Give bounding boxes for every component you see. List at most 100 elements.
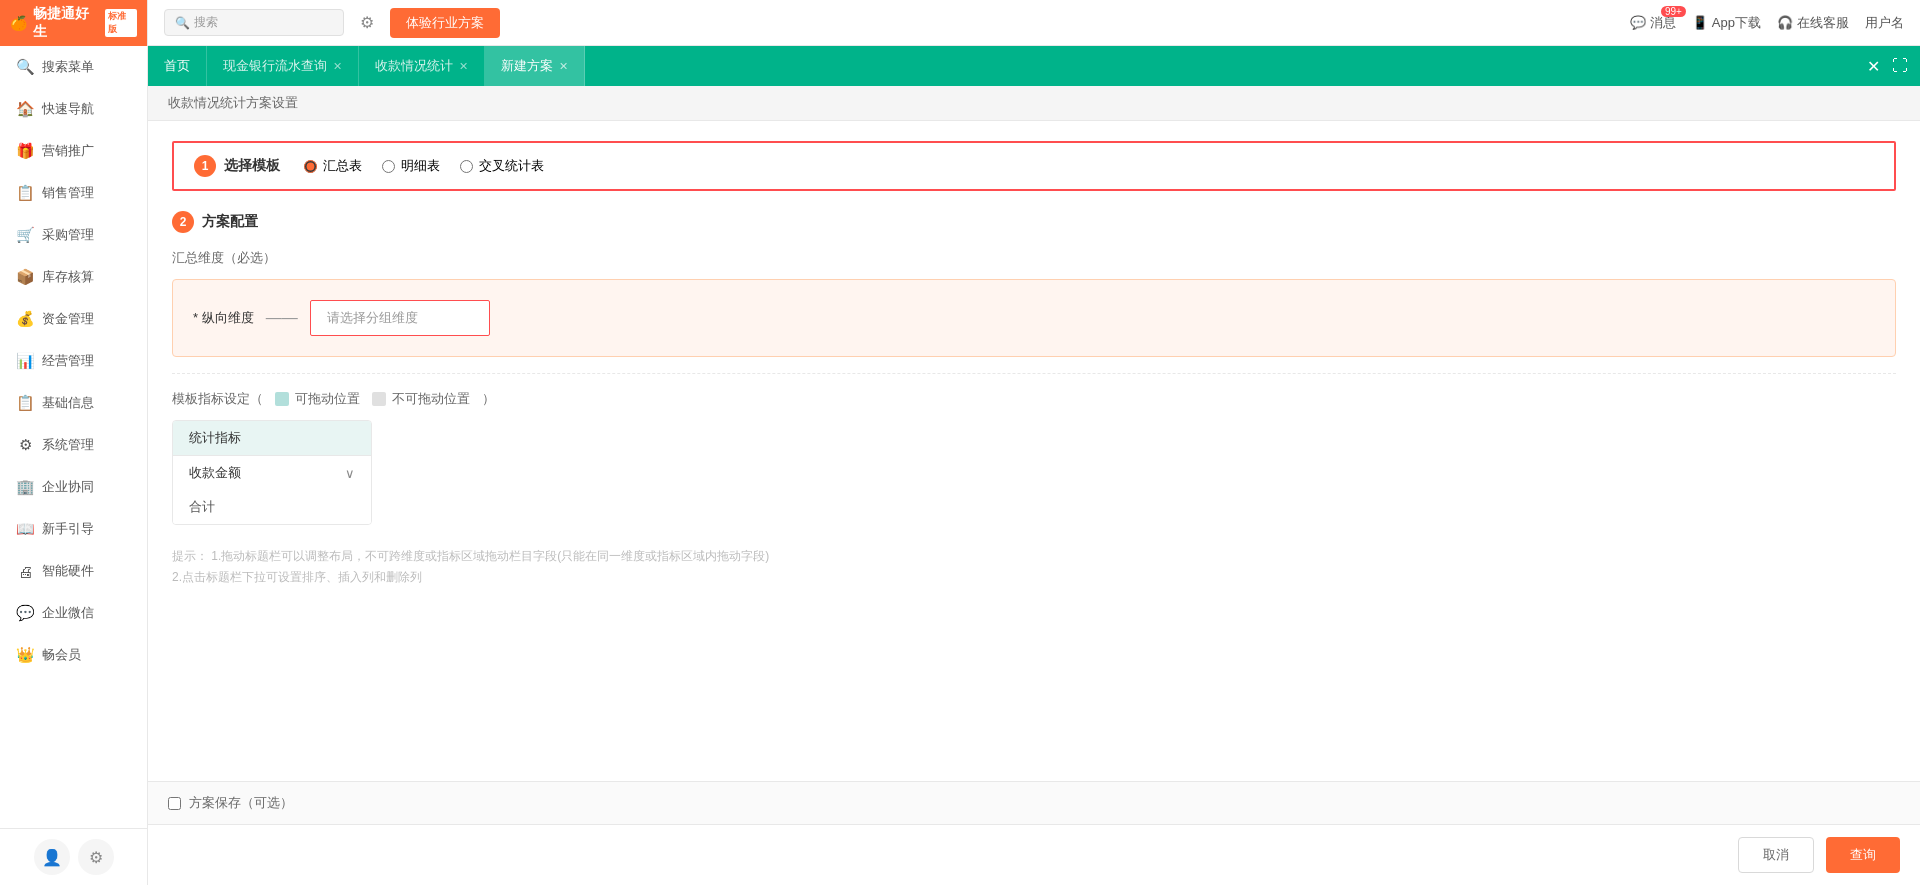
online-service[interactable]: 🎧 在线客服 (1777, 14, 1849, 32)
sidebar-item-quick-nav[interactable]: 🏠 快速导航 (0, 88, 147, 130)
sidebar-item-search-menu[interactable]: 🔍 搜索菜单 (0, 46, 147, 88)
sidebar-item-label: 采购管理 (42, 226, 94, 244)
sidebar-item-label: 销售管理 (42, 184, 94, 202)
tab-receipt-stats-label: 收款情况统计 (375, 57, 453, 75)
sidebar-item-label: 新手引导 (42, 520, 94, 538)
logo-badge: 标准版 (105, 9, 137, 37)
sidebar-item-finance[interactable]: 💰 资金管理 (0, 298, 147, 340)
search-placeholder: 搜索 (194, 14, 218, 31)
message-icon: 💬 (1630, 15, 1646, 30)
dimension-selector[interactable]: 请选择分组维度 (310, 300, 490, 336)
guide-icon: 📖 (16, 520, 34, 538)
template-section: 1 选择模板 汇总表 明细表 交叉统计表 (172, 141, 1896, 191)
dimension-area: * 纵向维度 —— 请选择分组维度 (172, 279, 1896, 357)
indicator-name: 收款金额 (189, 464, 241, 482)
sidebar-item-basic-info[interactable]: 📋 基础信息 (0, 382, 147, 424)
finance-icon: 💰 (16, 310, 34, 328)
sidebar-item-label: 快速导航 (42, 100, 94, 118)
config-section: 2 方案配置 汇总维度（必选） * 纵向维度 —— 请选择分组维度 (172, 211, 1896, 586)
radio-detail-label: 明细表 (401, 157, 440, 175)
sidebar-item-guide[interactable]: 📖 新手引导 (0, 508, 147, 550)
legend-draggable-label: 可拖动位置 (295, 390, 360, 408)
tab-close-icon[interactable]: ✕ (333, 60, 342, 73)
indicator-table: 统计指标 收款金额 ∨ 合计 (172, 420, 372, 525)
radio-cross-input[interactable] (460, 160, 473, 173)
section1-title: 选择模板 (224, 157, 280, 175)
cancel-button[interactable]: 取消 (1738, 837, 1814, 873)
search-icon: 🔍 (175, 16, 190, 30)
dropdown-icon[interactable]: ∨ (345, 466, 355, 481)
trial-button[interactable]: 体验行业方案 (390, 8, 500, 38)
sidebar-item-system[interactable]: ⚙ 系统管理 (0, 424, 147, 466)
sidebar-item-label: 企业协同 (42, 478, 94, 496)
sidebar-item-label: 经营管理 (42, 352, 94, 370)
tab-close-icon[interactable]: ✕ (559, 60, 568, 73)
tip1: 提示： 1.拖动标题栏可以调整布局，不可跨维度或指标区域拖动栏目字段(只能在同一… (172, 548, 1896, 565)
tab-new-plan[interactable]: 新建方案 ✕ (485, 46, 585, 86)
query-button[interactable]: 查询 (1826, 837, 1900, 873)
gear-icon: ⚙ (16, 436, 34, 454)
radio-detail-input[interactable] (382, 160, 395, 173)
message-badge: 99+ (1661, 6, 1686, 17)
chat-icon: 💬 (16, 604, 34, 622)
user-name[interactable]: 用户名 (1865, 14, 1904, 32)
topbar-search[interactable]: 🔍 搜索 (164, 9, 344, 36)
topbar: 🔍 搜索 ⚙ 体验行业方案 💬 消息 99+ 📱 App下载 🎧 在线客服 用户… (148, 0, 1920, 46)
tab-home-label: 首页 (164, 57, 190, 75)
chart-icon: 📊 (16, 352, 34, 370)
tab-new-plan-label: 新建方案 (501, 57, 553, 75)
sidebar-item-wechat[interactable]: 💬 企业微信 (0, 592, 147, 634)
dimension-arrow: —— (266, 309, 298, 327)
sidebar-bottom-btn2[interactable]: ⚙ (78, 839, 114, 875)
dimension-sublabel: 汇总维度（必选） (172, 249, 1896, 267)
sidebar-item-label: 库存核算 (42, 268, 94, 286)
app-download[interactable]: 📱 App下载 (1692, 14, 1761, 32)
crown-icon: 👑 (16, 646, 34, 664)
radio-detail[interactable]: 明细表 (382, 157, 440, 175)
tab-receipt-stats[interactable]: 收款情况统计 ✕ (359, 46, 485, 86)
sidebar-item-enterprise[interactable]: 🏢 企业协同 (0, 466, 147, 508)
tabbar: 首页 现金银行流水查询 ✕ 收款情况统计 ✕ 新建方案 ✕ ✕ ⛶ (148, 46, 1920, 86)
maximize-icon[interactable]: ⛶ (1892, 57, 1908, 75)
message-icon-wrap[interactable]: 💬 消息 99+ (1630, 14, 1676, 32)
sidebar-item-label: 搜索菜单 (42, 58, 94, 76)
legend-draggable: 可拖动位置 (275, 390, 360, 408)
close-window-icon[interactable]: ✕ (1867, 57, 1880, 76)
radio-summary[interactable]: 汇总表 (304, 157, 362, 175)
sidebar-item-label: 企业微信 (42, 604, 94, 622)
save-label: 方案保存（可选） (189, 794, 293, 812)
logo-text: 畅捷通好生 (33, 5, 99, 41)
sidebar-item-sales[interactable]: 📋 销售管理 (0, 172, 147, 214)
legend-close: ） (482, 390, 495, 408)
sidebar-item-operation[interactable]: 📊 经营管理 (0, 340, 147, 382)
save-section: 方案保存（可选） (148, 781, 1920, 824)
radio-cross[interactable]: 交叉统计表 (460, 157, 544, 175)
inventory-icon: 📦 (16, 268, 34, 286)
sidebar-item-inventory[interactable]: 📦 库存核算 (0, 256, 147, 298)
topbar-right: 💬 消息 99+ 📱 App下载 🎧 在线客服 用户名 (1630, 14, 1904, 32)
sidebar-item-marketing[interactable]: 🎁 营销推广 (0, 130, 147, 172)
sidebar-item-smart-hw[interactable]: 🖨 智能硬件 (0, 550, 147, 592)
sidebar-bottom-btn1[interactable]: 👤 (34, 839, 70, 875)
app-icon: 📱 (1692, 15, 1708, 30)
indicator-section: 模板指标设定（ 可拖动位置 不可拖动位置 ） 统计指标 (172, 390, 1896, 528)
tab-home[interactable]: 首页 (148, 46, 207, 86)
divider (172, 373, 1896, 374)
sidebar-item-label: 系统管理 (42, 436, 94, 454)
indicator-header: 模板指标设定（ 可拖动位置 不可拖动位置 ） (172, 390, 1896, 408)
sidebar-bottom: 👤 ⚙ (0, 828, 147, 885)
sidebar-item-purchase[interactable]: 🛒 采购管理 (0, 214, 147, 256)
save-checkbox[interactable] (168, 797, 181, 810)
radio-summary-input[interactable] (304, 160, 317, 173)
search-icon: 🔍 (16, 58, 34, 76)
section1-num: 1 (194, 155, 216, 177)
info-icon: 📋 (16, 394, 34, 412)
tab-bank-flow[interactable]: 现金银行流水查询 ✕ (207, 46, 359, 86)
printer-icon: 🖨 (16, 563, 34, 580)
sidebar-item-member[interactable]: 👑 畅会员 (0, 634, 147, 676)
tab-close-icon[interactable]: ✕ (459, 60, 468, 73)
settings-icon[interactable]: ⚙ (360, 13, 374, 32)
form-content: 1 选择模板 汇总表 明细表 交叉统计表 (148, 121, 1920, 781)
indicator-table-row[interactable]: 收款金额 ∨ (173, 456, 371, 490)
sidebar-logo: 🍊 畅捷通好生 标准版 (0, 0, 147, 46)
